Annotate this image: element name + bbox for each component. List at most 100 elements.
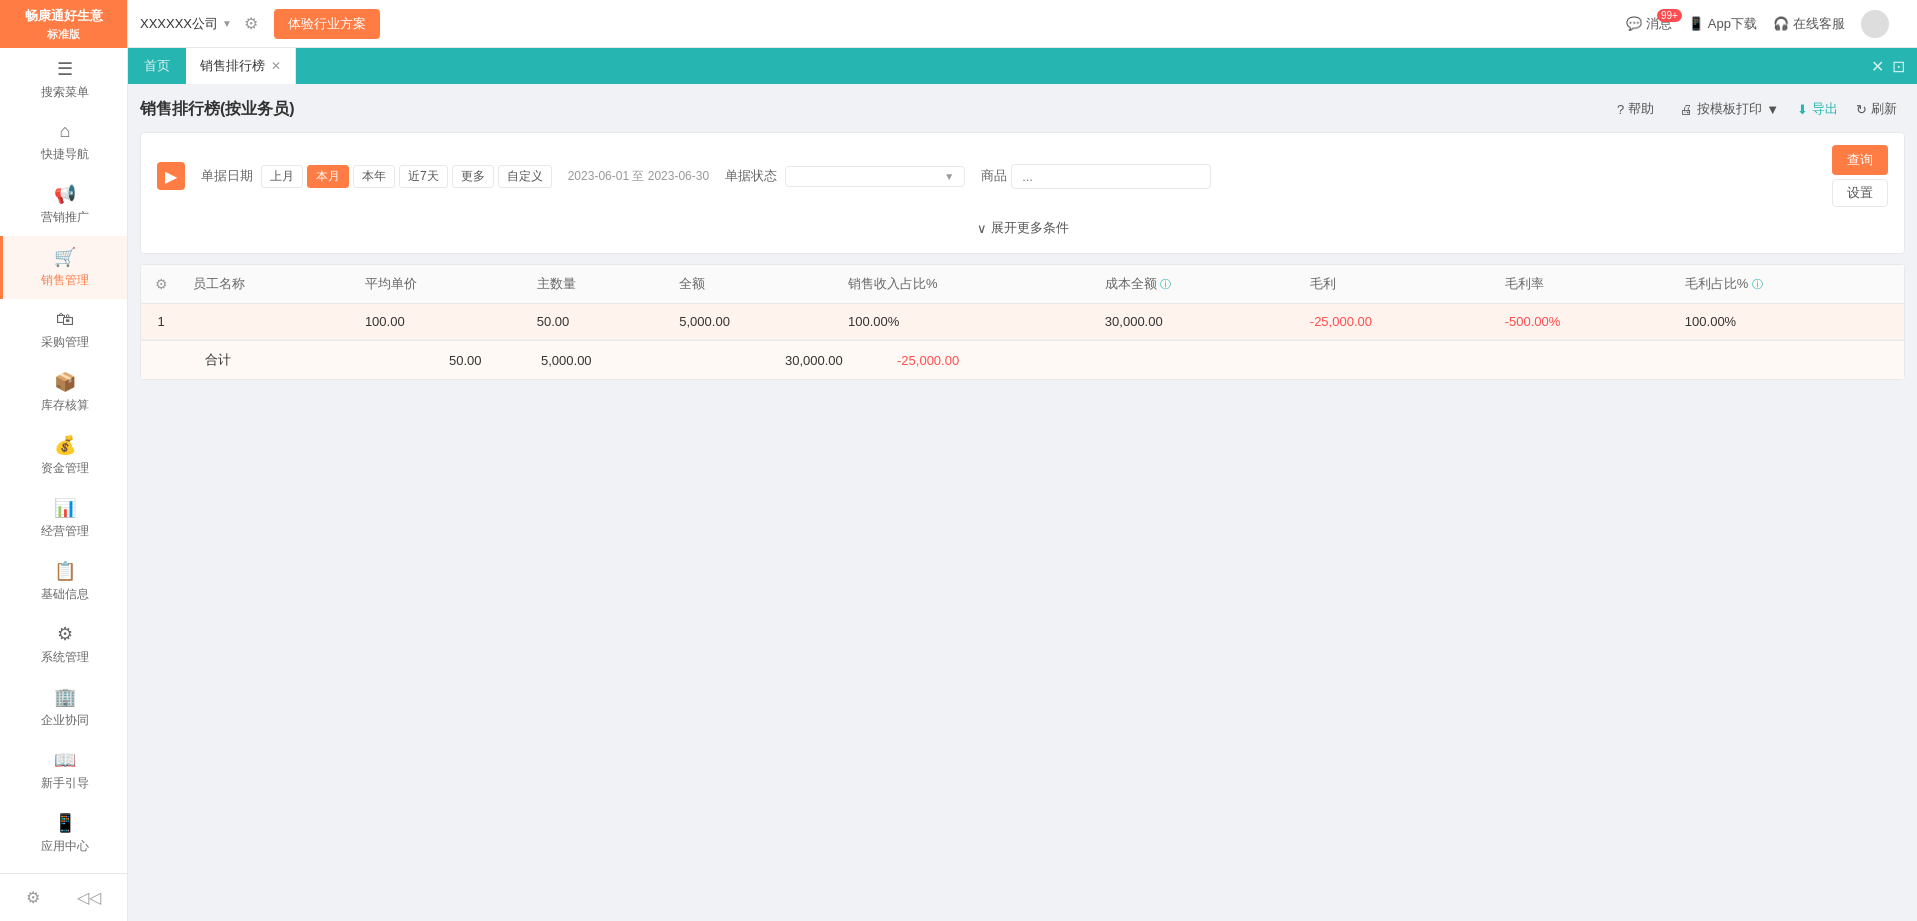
message-badge: 99+ bbox=[1657, 9, 1682, 22]
date-btn-自定义[interactable]: 自定义 bbox=[498, 165, 552, 188]
date-btn-本年[interactable]: 本年 bbox=[353, 165, 395, 188]
sidebar-label-marketing: 营销推广 bbox=[41, 209, 89, 226]
sidebar-icon-app-center: 📱 bbox=[54, 812, 76, 834]
filter-bar: ▶ 单据日期 上月本月本年近7天更多自定义 2023-06-01 至 2023-… bbox=[140, 132, 1905, 254]
sidebar-label-system: 系统管理 bbox=[41, 649, 89, 666]
settings-footer-icon[interactable]: ⚙ bbox=[26, 888, 40, 907]
sidebar: 畅康通好生意 标准版 ☰ 搜索菜单 ⌂ 快捷导航 📢 营销推广 🛒 销售管理 🛍… bbox=[0, 0, 128, 921]
date-btn-近7天[interactable]: 近7天 bbox=[399, 165, 448, 188]
print-button[interactable]: 🖨 按模板打印 ▼ bbox=[1672, 96, 1787, 122]
refresh-button[interactable]: ↻ 刷新 bbox=[1848, 96, 1905, 122]
sidebar-item-wechat[interactable]: 💬 企业微信 bbox=[0, 865, 127, 873]
sidebar-label-finance: 资金管理 bbox=[41, 460, 89, 477]
page-title: 销售排行榜(按业务员) bbox=[140, 99, 295, 120]
sidebar-item-app-center[interactable]: 📱 应用中心 bbox=[0, 802, 127, 865]
goods-input[interactable] bbox=[1011, 164, 1211, 189]
window-close-icon[interactable]: ✕ bbox=[1871, 57, 1884, 76]
sidebar-item-sales[interactable]: 🛒 销售管理 bbox=[0, 236, 127, 299]
sidebar-icon-quick-nav: ⌂ bbox=[60, 121, 71, 142]
filter-status: 单据状态 ▼ bbox=[725, 166, 965, 187]
help-button[interactable]: ? 帮助 bbox=[1609, 96, 1662, 122]
sidebar-item-system[interactable]: ⚙ 系统管理 bbox=[0, 613, 127, 676]
header-right: 💬 消息 99+ 📱 App下载 🎧 在线客服 bbox=[1626, 10, 1905, 38]
sidebar-item-basic-info[interactable]: 📋 基础信息 bbox=[0, 550, 127, 613]
col-avg-price: 平均单价 bbox=[353, 265, 525, 304]
tab-label: 销售排行榜 bbox=[200, 57, 265, 75]
cell-qty: 50.00 bbox=[525, 304, 667, 340]
company-name: XXXXXX公司 bbox=[140, 15, 218, 33]
sidebar-icon-system: ⚙ bbox=[57, 623, 73, 645]
filter-expand-arrow[interactable]: ▶ bbox=[157, 162, 185, 190]
filter-row: ▶ 单据日期 上月本月本年近7天更多自定义 2023-06-01 至 2023-… bbox=[157, 145, 1888, 207]
sidebar-item-purchase[interactable]: 🛍 采购管理 bbox=[0, 299, 127, 361]
date-btn-本月[interactable]: 本月 bbox=[307, 165, 349, 188]
sidebar-label-app-center: 应用中心 bbox=[41, 838, 89, 855]
export-button[interactable]: ⬇ 导出 bbox=[1797, 100, 1838, 118]
date-label: 单据日期 bbox=[201, 167, 253, 185]
sidebar-item-finance[interactable]: 💰 资金管理 bbox=[0, 424, 127, 487]
status-select[interactable]: ▼ bbox=[785, 166, 965, 187]
col-employee: 员工名称 bbox=[181, 265, 353, 304]
app-icon: 📱 bbox=[1688, 16, 1704, 31]
window-controls: ✕ ⊡ bbox=[1859, 57, 1917, 76]
header-gear-icon[interactable]: ⚙ bbox=[244, 14, 258, 33]
page-container: 销售排行榜(按业务员) ? 帮助 🖨 按模板打印 ▼ ⬇ 导出 ↻ 刷新 bbox=[128, 84, 1917, 392]
expand-label: 展开更多条件 bbox=[991, 219, 1069, 237]
filter-goods: 商品 bbox=[981, 164, 1211, 189]
sidebar-label-search-order: 搜索菜单 bbox=[41, 84, 89, 101]
sidebar-item-beginner[interactable]: 📖 新手引导 bbox=[0, 739, 127, 802]
avatar[interactable] bbox=[1861, 10, 1889, 38]
page-title-bar: 销售排行榜(按业务员) ? 帮助 🖨 按模板打印 ▼ ⬇ 导出 ↻ 刷新 bbox=[140, 96, 1905, 122]
col-index: ⚙ bbox=[141, 265, 181, 304]
tab-home[interactable]: 首页 bbox=[128, 48, 186, 84]
cell-employee bbox=[181, 304, 353, 340]
sidebar-item-enterprise[interactable]: 🏢 企业协同 bbox=[0, 676, 127, 739]
collapse-icon[interactable]: ◁◁ bbox=[77, 888, 101, 907]
cell-gross-rate: -500.00% bbox=[1493, 304, 1673, 340]
print-arrow-icon: ▼ bbox=[1766, 102, 1779, 117]
trial-button[interactable]: 体验行业方案 bbox=[274, 9, 380, 39]
cell-gross: -25,000.00 bbox=[1298, 304, 1493, 340]
date-btn-上月[interactable]: 上月 bbox=[261, 165, 303, 188]
sidebar-item-inventory[interactable]: 📦 库存核算 bbox=[0, 361, 127, 424]
table-body: 1 100.00 50.00 5,000.00 100.00% 30,000.0… bbox=[141, 304, 1904, 340]
sidebar-label-inventory: 库存核算 bbox=[41, 397, 89, 414]
sidebar-label-purchase: 采购管理 bbox=[41, 334, 89, 351]
ranking-table: ⚙ 员工名称 平均单价 主数量 全额 销售收入占比% 成本全额 ⓘ 毛利 毛利率 bbox=[141, 265, 1904, 340]
footer-amount: 5,000.00 bbox=[541, 353, 641, 368]
sidebar-item-quick-nav[interactable]: ⌂ 快捷导航 bbox=[0, 111, 127, 173]
sidebar-item-search-order[interactable]: ☰ 搜索菜单 bbox=[0, 48, 127, 111]
settings-button[interactable]: 设置 bbox=[1832, 179, 1888, 207]
query-button[interactable]: 查询 bbox=[1832, 145, 1888, 175]
cell-gross-pct: 100.00% bbox=[1673, 304, 1904, 340]
message-button[interactable]: 💬 消息 99+ bbox=[1626, 15, 1672, 33]
table-footer: 合计 50.00 5,000.00 30,000.00 -25,000.00 bbox=[141, 340, 1904, 379]
column-settings-icon[interactable]: ⚙ bbox=[155, 276, 168, 292]
service-icon: 🎧 bbox=[1773, 16, 1789, 31]
sidebar-icon-inventory: 📦 bbox=[54, 371, 76, 393]
app-download-button[interactable]: 📱 App下载 bbox=[1688, 15, 1757, 33]
logo-main: 畅康通好生意 bbox=[25, 7, 103, 25]
tab-sales-ranking[interactable]: 销售排行榜 ✕ bbox=[186, 48, 296, 84]
cell-cost: 30,000.00 bbox=[1093, 304, 1298, 340]
table-header: ⚙ 员工名称 平均单价 主数量 全额 销售收入占比% 成本全额 ⓘ 毛利 毛利率 bbox=[141, 265, 1904, 304]
online-service-button[interactable]: 🎧 在线客服 bbox=[1773, 15, 1845, 33]
sidebar-item-marketing[interactable]: 📢 营销推广 bbox=[0, 173, 127, 236]
expand-more-button[interactable]: ∨ 展开更多条件 bbox=[977, 215, 1069, 241]
refresh-label: 刷新 bbox=[1871, 100, 1897, 118]
filter-date: 单据日期 上月本月本年近7天更多自定义 2023-06-01 至 2023-06… bbox=[201, 165, 709, 188]
help-label: 帮助 bbox=[1628, 100, 1654, 118]
sidebar-icon-finance: 💰 bbox=[54, 434, 76, 456]
help-icon: ? bbox=[1617, 102, 1624, 117]
header: XXXXXX公司 ▼ ⚙ 体验行业方案 💬 消息 99+ 📱 App下载 🎧 在… bbox=[128, 0, 1917, 48]
window-restore-icon[interactable]: ⊡ bbox=[1892, 57, 1905, 76]
date-range: 2023-06-01 至 2023-06-30 bbox=[568, 168, 709, 185]
sidebar-item-operations[interactable]: 📊 经营管理 bbox=[0, 487, 127, 550]
cell-sales-pct: 100.00% bbox=[836, 304, 1093, 340]
date-btn-更多[interactable]: 更多 bbox=[452, 165, 494, 188]
tab-close-icon[interactable]: ✕ bbox=[271, 59, 281, 73]
sidebar-icon-marketing: 📢 bbox=[54, 183, 76, 205]
table-row: 1 100.00 50.00 5,000.00 100.00% 30,000.0… bbox=[141, 304, 1904, 340]
company-selector[interactable]: XXXXXX公司 ▼ bbox=[140, 15, 232, 33]
filter-more-row: ∨ 展开更多条件 bbox=[157, 215, 1888, 241]
